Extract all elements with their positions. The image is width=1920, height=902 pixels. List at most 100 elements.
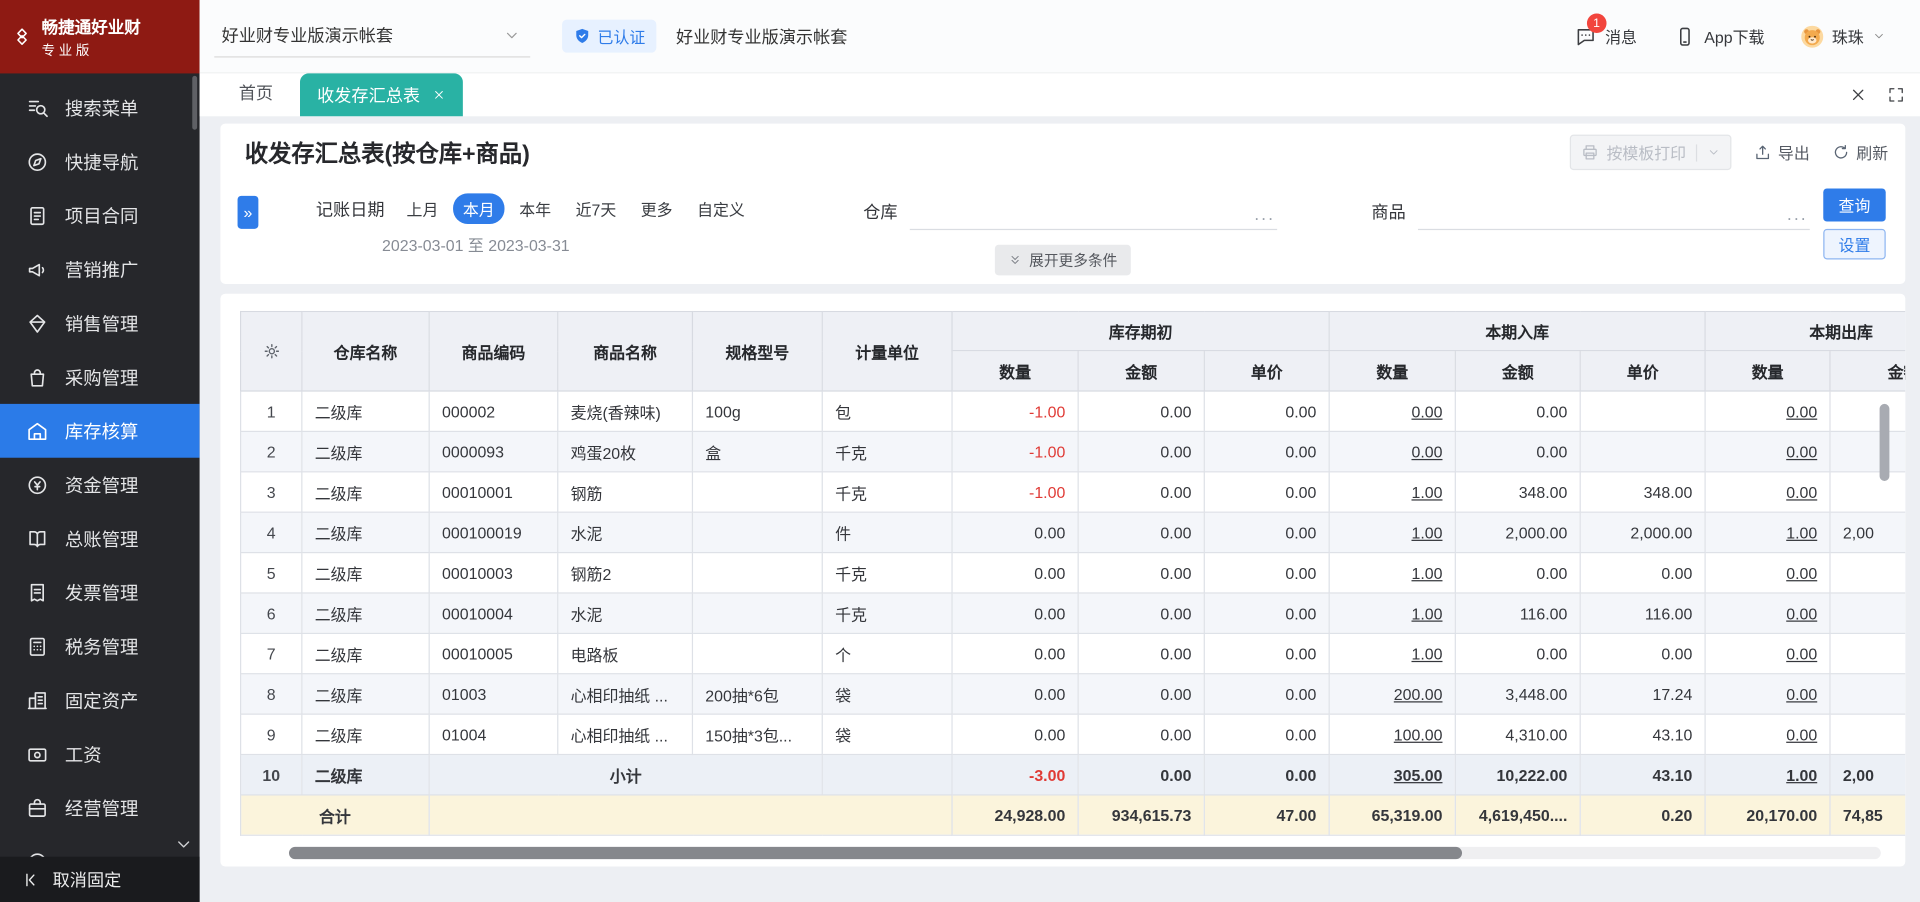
sidebar-item-invoice[interactable]: 发票管理 xyxy=(0,565,200,619)
sidebar-item-general-ledger[interactable]: 总账管理 xyxy=(0,512,200,566)
drill-link-cell[interactable]: 1.00 xyxy=(1329,472,1455,512)
sidebar-item-marketing[interactable]: 营销推广 xyxy=(0,242,200,296)
horizontal-scrollbar[interactable] xyxy=(289,847,1881,859)
column-subheader[interactable]: 金额 xyxy=(1830,351,1905,391)
table-row[interactable]: 7二级库00010005电路板个0.000.000.001.000.000.00… xyxy=(241,633,1906,673)
vertical-scrollbar[interactable] xyxy=(1880,404,1890,481)
chevron-down-icon[interactable] xyxy=(1707,146,1720,159)
product-picker-icon[interactable]: ··· xyxy=(1787,209,1808,226)
text-cell xyxy=(822,755,952,795)
table-row[interactable]: 9二级库01004心相印抽纸 ...150抽*3包...袋0.000.000.0… xyxy=(241,714,1906,754)
column-subheader[interactable]: 数量 xyxy=(1705,351,1830,391)
drill-link-cell[interactable]: 1.00 xyxy=(1329,512,1455,552)
drill-link-cell[interactable]: 0.00 xyxy=(1705,674,1830,714)
text-cell: 200抽*6包 xyxy=(692,674,822,714)
expand-more-button[interactable]: 展开更多条件 xyxy=(995,245,1131,276)
drill-link-cell[interactable]: 1.00 xyxy=(1705,755,1830,795)
value-cell: 0.00 xyxy=(1078,512,1204,552)
column-subheader[interactable]: 金额 xyxy=(1078,351,1204,391)
table-row[interactable]: 4二级库000100019水泥件0.000.000.001.002,000.00… xyxy=(241,512,1906,552)
column-header[interactable]: 仓库名称 xyxy=(302,311,429,391)
drill-link-cell[interactable]: 1.00 xyxy=(1329,553,1455,593)
sidebar-item-search-menu[interactable]: 搜索菜单 xyxy=(0,81,200,135)
text-cell: 二级库 xyxy=(302,512,429,552)
column-subheader[interactable]: 单价 xyxy=(1204,351,1329,391)
drill-link-cell[interactable]: 0.00 xyxy=(1329,391,1455,431)
table-row[interactable]: 6二级库00010004水泥千克0.000.000.001.00116.0011… xyxy=(241,593,1906,633)
tab-active[interactable]: 收发存汇总表 xyxy=(300,73,463,116)
drill-link-cell[interactable]: 0.00 xyxy=(1705,391,1830,431)
print-by-template-button[interactable]: 按模板打印 xyxy=(1570,135,1732,170)
warehouse-input[interactable]: ··· xyxy=(910,198,1277,230)
collapse-filter-button[interactable]: » xyxy=(238,196,259,229)
left-rail: 畅捷通好业财 专业版 搜索菜单快捷导航项目合同营销推广销售管理采购管理库存核算资… xyxy=(0,0,200,902)
drill-link-cell[interactable]: 0.00 xyxy=(1705,553,1830,593)
date-option[interactable]: 更多 xyxy=(631,193,682,224)
date-option[interactable]: 近7天 xyxy=(566,193,626,224)
sidebar-item-funds[interactable]: 资金管理 xyxy=(0,458,200,512)
table-row[interactable]: 1二级库000002麦烧(香辣味)100g包-1.000.000.000.000… xyxy=(241,391,1906,431)
date-option[interactable]: 上月 xyxy=(397,193,448,224)
export-button[interactable]: 导出 xyxy=(1753,141,1809,164)
column-subheader[interactable]: 金额 xyxy=(1455,351,1580,391)
date-option[interactable]: 本月 xyxy=(453,193,504,224)
account-select[interactable]: 好业财专业版演示帐套 xyxy=(214,15,530,57)
drill-link-cell[interactable]: 0.00 xyxy=(1705,633,1830,673)
app-download-button[interactable]: App下载 xyxy=(1674,24,1765,47)
column-settings-button[interactable] xyxy=(241,311,302,391)
drill-link-cell[interactable]: 0.00 xyxy=(1705,431,1830,471)
sidebar-scrollbar[interactable] xyxy=(192,76,197,130)
table-row[interactable]: 8二级库01003心相印抽纸 ...200抽*6包袋0.000.000.0020… xyxy=(241,674,1906,714)
tab-home[interactable]: 首页 xyxy=(239,81,283,116)
user-menu[interactable]: 珠珠 xyxy=(1801,24,1886,47)
column-subheader[interactable]: 单价 xyxy=(1580,351,1705,391)
text-cell: 钢筋2 xyxy=(558,553,693,593)
messages-button[interactable]: 1 消息 xyxy=(1574,24,1636,47)
column-header[interactable]: 商品名称 xyxy=(558,311,693,391)
sidebar-item-tax[interactable]: 税务管理 xyxy=(0,619,200,673)
drill-link-cell[interactable]: 1.00 xyxy=(1705,512,1830,552)
drill-link-cell[interactable]: 200.00 xyxy=(1329,674,1455,714)
column-header[interactable]: 规格型号 xyxy=(692,311,822,391)
sidebar-item-project-contract[interactable]: 项目合同 xyxy=(0,188,200,242)
drill-link-cell[interactable]: 1.00 xyxy=(1329,593,1455,633)
drill-link-cell[interactable]: 305.00 xyxy=(1329,755,1455,795)
column-subheader[interactable]: 数量 xyxy=(1329,351,1455,391)
horizontal-scrollbar-thumb[interactable] xyxy=(289,847,1462,859)
unpin-button[interactable]: 取消固定 xyxy=(0,857,200,902)
sidebar-more-chevron-icon[interactable] xyxy=(174,835,194,855)
text-cell: 二级库 xyxy=(302,714,429,754)
sidebar-item-partial-item[interactable] xyxy=(0,835,200,857)
sidebar-item-business-mgmt[interactable]: 经营管理 xyxy=(0,781,200,835)
sidebar-item-inventory-accounting[interactable]: 库存核算 xyxy=(0,404,200,458)
product-input[interactable]: ··· xyxy=(1418,198,1810,230)
refresh-button[interactable]: 刷新 xyxy=(1832,141,1888,164)
sidebar-item-purchase[interactable]: 采购管理 xyxy=(0,350,200,404)
query-button[interactable]: 查询 xyxy=(1823,188,1885,221)
date-option[interactable]: 本年 xyxy=(509,193,560,224)
table-row[interactable]: 5二级库00010003钢筋2千克0.000.000.001.000.000.0… xyxy=(241,553,1906,593)
drill-link-cell[interactable]: 1.00 xyxy=(1329,633,1455,673)
drill-link-cell[interactable]: 0.00 xyxy=(1329,431,1455,471)
date-option[interactable]: 自定义 xyxy=(687,193,754,224)
sidebar-item-fixed-assets[interactable]: 固定资产 xyxy=(0,673,200,727)
sidebar-item-sales[interactable]: 销售管理 xyxy=(0,296,200,350)
column-subheader[interactable]: 数量 xyxy=(952,351,1078,391)
drill-link-cell[interactable]: 0.00 xyxy=(1705,472,1830,512)
sidebar-item-quick-nav[interactable]: 快捷导航 xyxy=(0,135,200,189)
drill-link-cell[interactable]: 100.00 xyxy=(1329,714,1455,754)
tab-close-icon[interactable] xyxy=(432,88,445,101)
text-cell: 二级库 xyxy=(302,593,429,633)
sidebar-item-payroll[interactable]: 工资 xyxy=(0,727,200,781)
warehouse-picker-icon[interactable]: ··· xyxy=(1254,209,1275,226)
chevron-down-icon xyxy=(503,27,520,44)
column-header[interactable]: 计量单位 xyxy=(822,311,952,391)
table-row[interactable]: 2二级库0000093鸡蛋20枚盒千克-1.000.000.000.000.00… xyxy=(241,431,1906,471)
table-row[interactable]: 3二级库00010001钢筋千克-1.000.000.001.00348.003… xyxy=(241,472,1906,512)
settings-button[interactable]: 设置 xyxy=(1823,229,1885,260)
drill-link-cell[interactable]: 0.00 xyxy=(1705,593,1830,633)
column-header[interactable]: 商品编码 xyxy=(429,311,558,391)
drill-link-cell[interactable]: 0.00 xyxy=(1705,714,1830,754)
close-icon[interactable] xyxy=(1849,86,1867,104)
fullscreen-icon[interactable] xyxy=(1887,86,1905,104)
